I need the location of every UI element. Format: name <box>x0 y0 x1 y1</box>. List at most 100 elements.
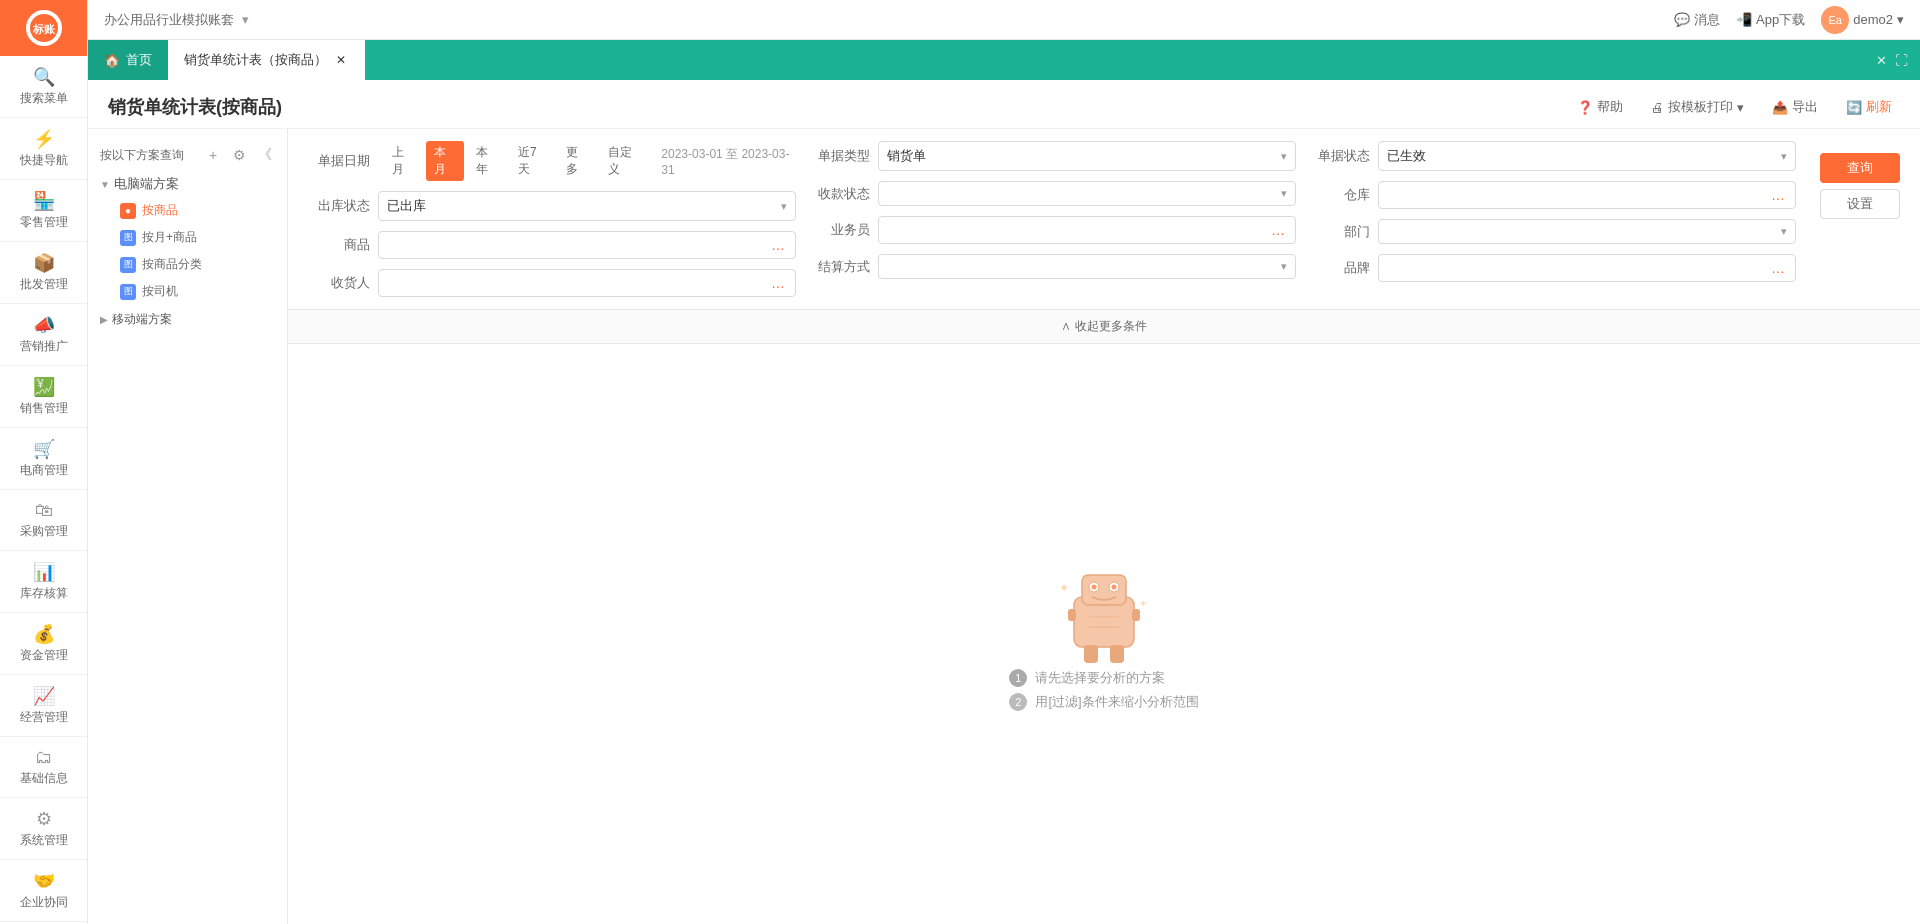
doc-type-select[interactable]: 销货单 ▾ <box>878 141 1296 171</box>
pc-scheme-list: ● 按商品 图 按月+商品 图 按商品分类 图 按司机 <box>88 197 287 305</box>
brand-select[interactable]: … <box>1378 254 1796 282</box>
warehouse-more-btn[interactable]: … <box>1771 187 1787 203</box>
retail-icon: 🏪 <box>4 190 83 212</box>
more-btn[interactable]: 更多 <box>558 141 596 181</box>
sidebar-item-retail[interactable]: 🏪 零售管理 <box>0 180 87 242</box>
doc-type-label: 单据类型 <box>808 147 878 165</box>
brand-label: 品牌 <box>1308 259 1378 277</box>
scheme-by-category[interactable]: 图 按商品分类 <box>104 251 287 278</box>
print-dropdown-icon: ▾ <box>1737 100 1744 115</box>
industry-title: 办公用品行业模拟账套 <box>104 11 234 29</box>
recipient-more-btn[interactable]: … <box>771 275 787 291</box>
salesperson-select[interactable]: … <box>878 216 1296 244</box>
collapse-conditions-bar[interactable]: ∧ 收起更多条件 <box>288 310 1920 344</box>
logo-icon: 标账 <box>26 10 62 46</box>
sidebar-item-wholesale[interactable]: 📦 批发管理 <box>0 242 87 304</box>
svg-point-7 <box>1112 585 1117 590</box>
tab-close-btn[interactable]: ✕ <box>333 52 349 68</box>
this-month-btn[interactable]: 本月 <box>426 141 464 181</box>
export-btn[interactable]: 📤 导出 <box>1764 94 1826 120</box>
department-label: 部门 <box>1308 223 1378 241</box>
settings-scheme-btn[interactable]: ⚙ <box>229 145 249 165</box>
last7-btn[interactable]: 近7天 <box>510 141 554 181</box>
ecommerce-icon: 🛒 <box>4 438 83 460</box>
logo-area: 标账 <box>0 0 87 56</box>
download-icon: 📲 <box>1736 12 1752 27</box>
home-icon: 🏠 <box>104 53 120 68</box>
collection-status-select[interactable]: ▾ <box>878 181 1296 206</box>
last-month-btn[interactable]: 上月 <box>384 141 422 181</box>
sidebar: 标账 🔍 搜索菜单 ⚡ 快捷导航 🏪 零售管理 📦 批发管理 📣 营销推广 💹 … <box>0 0 88 924</box>
sidebar-item-basic[interactable]: 🗂 基础信息 <box>0 737 87 798</box>
filter-panel-header: 按以下方案查询 + ⚙ 《 <box>88 139 287 171</box>
mobile-scheme-group[interactable]: ▶ 移动端方案 <box>88 305 287 334</box>
date-range-text: 2023-03-01 至 2023-03-31 <box>661 146 796 177</box>
message-btn[interactable]: 💬 消息 <box>1674 11 1720 29</box>
date-label: 单据日期 <box>308 152 378 170</box>
sidebar-item-search[interactable]: 🔍 搜索菜单 <box>0 56 87 118</box>
product-select[interactable]: … <box>378 231 796 259</box>
this-year-btn[interactable]: 本年 <box>468 141 506 181</box>
sidebar-item-inventory[interactable]: 📊 库存核算 <box>0 551 87 613</box>
sidebar-item-marketing[interactable]: 📣 营销推广 <box>0 304 87 366</box>
pc-scheme-group[interactable]: ▼ 电脑端方案 <box>88 171 287 197</box>
scheme-icon-month: 图 <box>120 230 136 246</box>
sidebar-item-purchase[interactable]: 🛍 采购管理 <box>0 490 87 551</box>
exit-status-select[interactable]: 已出库 ▾ <box>378 191 796 221</box>
setup-button[interactable]: 设置 <box>1820 189 1900 219</box>
export-icon: 📤 <box>1772 100 1788 115</box>
quick-nav-icon: ⚡ <box>4 128 83 150</box>
warehouse-select[interactable]: … <box>1378 181 1796 209</box>
sidebar-item-ecommerce[interactable]: 🛒 电商管理 <box>0 428 87 490</box>
right-area: 单据日期 上月 本月 本年 近7天 更多 自定义 <box>288 129 1920 924</box>
close-window-icon[interactable]: ✕ <box>1876 53 1887 68</box>
main-content: 办公用品行业模拟账套 ▾ 💬 消息 📲 App下载 Ea demo2 ▾ � <box>88 0 1920 924</box>
finance-icon: 💰 <box>4 623 83 645</box>
scheme-by-month-product[interactable]: 图 按月+商品 <box>104 224 287 251</box>
inventory-icon: 📊 <box>4 561 83 583</box>
settlement-select[interactable]: ▾ <box>878 254 1296 279</box>
exit-status-row: 出库状态 已出库 ▾ <box>308 191 796 221</box>
department-select[interactable]: ▾ <box>1378 219 1796 244</box>
doc-status-label: 单据状态 <box>1308 147 1378 165</box>
sidebar-item-operations[interactable]: 📈 经营管理 <box>0 675 87 737</box>
expand-icon[interactable]: ▾ <box>242 12 249 27</box>
settlement-label: 结算方式 <box>808 258 878 276</box>
collection-status-label: 收款状态 <box>808 185 878 203</box>
user-menu[interactable]: Ea demo2 ▾ <box>1821 6 1904 34</box>
app-download-btn[interactable]: 📲 App下载 <box>1736 11 1805 29</box>
recipient-select[interactable]: … <box>378 269 796 297</box>
maximize-icon[interactable]: ⛶ <box>1895 53 1908 68</box>
help-btn[interactable]: ❓ 帮助 <box>1569 94 1631 120</box>
scheme-by-product[interactable]: ● 按商品 <box>104 197 287 224</box>
sidebar-item-sales[interactable]: 💹 销售管理 <box>0 366 87 428</box>
query-button[interactable]: 查询 <box>1820 153 1900 183</box>
doc-status-select[interactable]: 已生效 ▾ <box>1378 141 1796 171</box>
scheme-icon-category: 图 <box>120 257 136 273</box>
collection-status-row: 收款状态 ▾ <box>808 181 1296 206</box>
tab-bar: 🏠 首页 销货单统计表（按商品） ✕ ✕ ⛶ <box>88 40 1920 80</box>
template-print-btn[interactable]: 🖨 按模板打印 ▾ <box>1643 94 1752 120</box>
custom-btn[interactable]: 自定义 <box>600 141 649 181</box>
product-more-btn[interactable]: … <box>771 237 787 253</box>
salesperson-more-btn[interactable]: … <box>1271 222 1287 238</box>
recipient-label: 收货人 <box>308 274 378 292</box>
doc-type-arrow: ▾ <box>1281 150 1287 163</box>
sidebar-item-finance[interactable]: 💰 资金管理 <box>0 613 87 675</box>
avatar: Ea <box>1821 6 1849 34</box>
user-dropdown-icon: ▾ <box>1897 12 1904 27</box>
svg-point-6 <box>1092 585 1097 590</box>
add-scheme-btn[interactable]: + <box>203 145 223 165</box>
collapse-panel-btn[interactable]: 《 <box>255 145 275 165</box>
scheme-icon-printer: 图 <box>120 284 136 300</box>
scheme-by-printer[interactable]: 图 按司机 <box>104 278 287 305</box>
sidebar-item-enterprise[interactable]: 🤝 企业协同 <box>0 860 87 922</box>
tab-sales-stats[interactable]: 销货单统计表（按商品） ✕ <box>168 40 365 80</box>
refresh-btn[interactable]: 🔄 刷新 <box>1838 94 1900 120</box>
sidebar-item-system[interactable]: ⚙ 系统管理 <box>0 798 87 860</box>
svg-rect-9 <box>1132 609 1140 621</box>
brand-more-btn[interactable]: … <box>1771 260 1787 276</box>
svg-rect-11 <box>1110 645 1124 663</box>
tab-home[interactable]: 🏠 首页 <box>88 40 168 80</box>
sidebar-item-quick-nav[interactable]: ⚡ 快捷导航 <box>0 118 87 180</box>
